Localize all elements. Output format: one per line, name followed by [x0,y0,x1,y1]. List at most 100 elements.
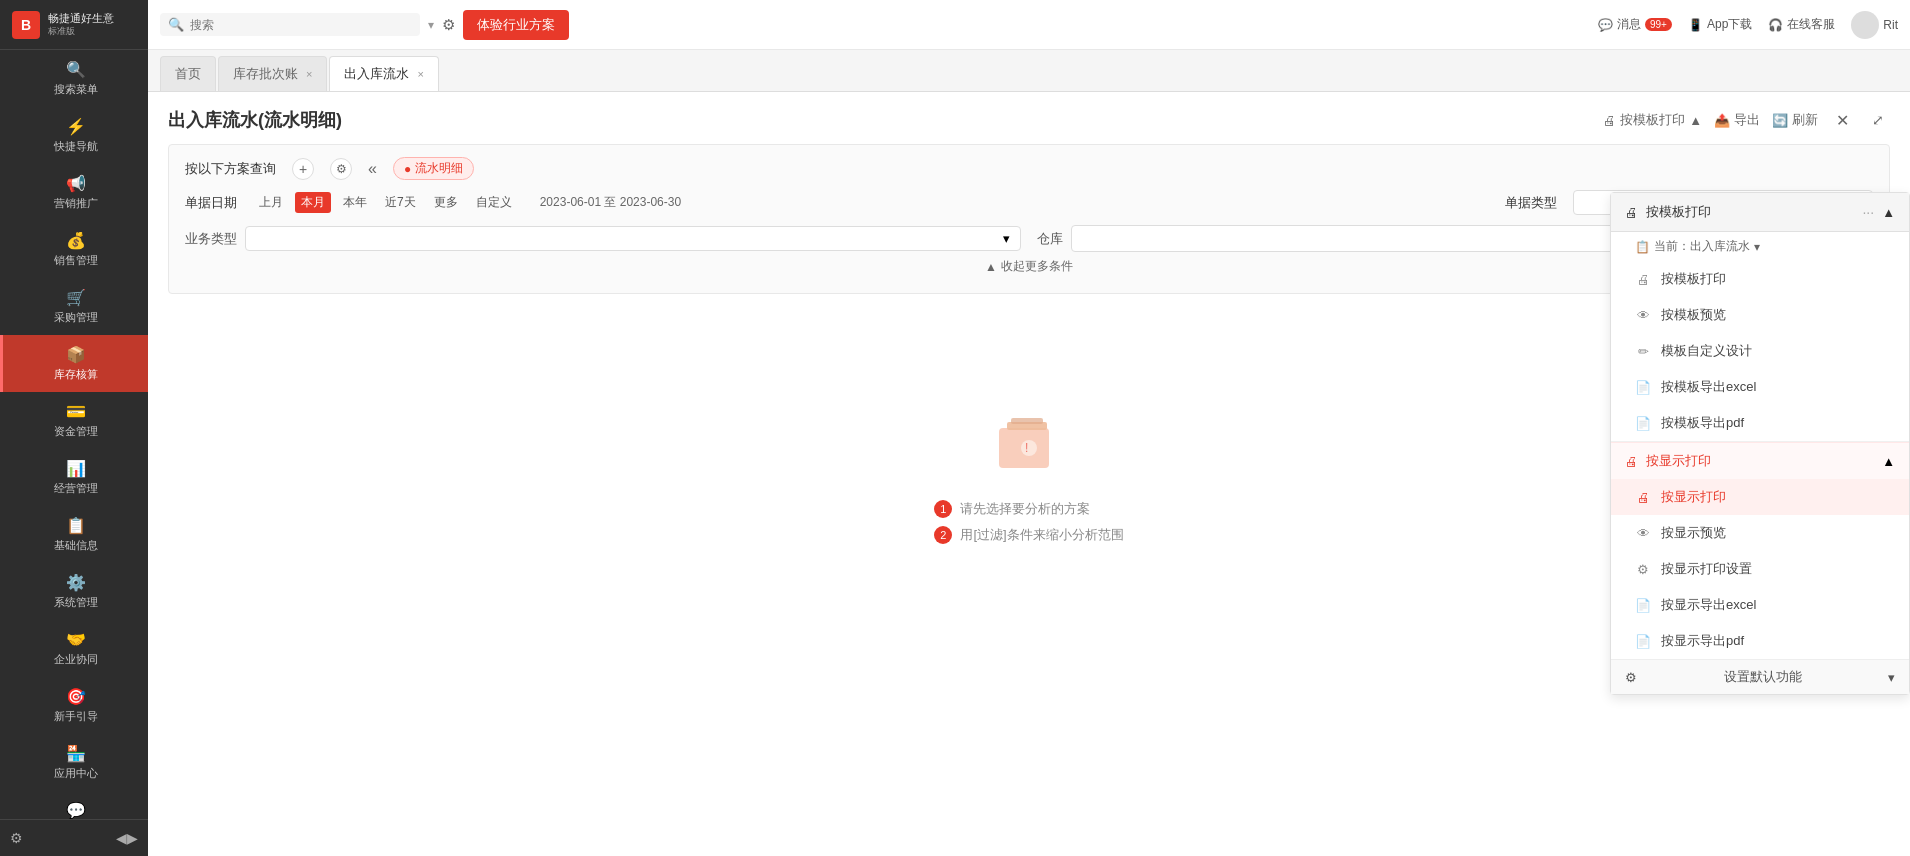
date-btn-this-month[interactable]: 本月 [295,192,331,213]
dropdown-item-template-pdf[interactable]: 📄 按模板导出pdf [1611,405,1909,441]
template-custom-label: 模板自定义设计 [1661,342,1752,360]
sidebar-item-system[interactable]: ⚙️ 系统管理 [0,563,148,620]
template-preview-icon: 👁 [1635,307,1651,323]
date-btn-this-year[interactable]: 本年 [337,192,373,213]
sales-icon: 💰 [66,231,86,250]
date-btn-custom[interactable]: 自定义 [470,192,518,213]
sidebar-item-guide[interactable]: 🎯 新手引导 [0,677,148,734]
tab-home-label: 首页 [175,65,201,83]
dropdown-footer-chevron: ▾ [1888,670,1895,685]
sidebar-item-wechat[interactable]: 💬 企业微信 [0,791,148,819]
sidebar-item-label: 销售管理 [54,253,98,268]
filter-active-tag[interactable]: ● 流水明细 [393,157,474,180]
sidebar-item-search[interactable]: 🔍 搜索菜单 [0,50,148,107]
appstore-icon: 🏪 [66,744,86,763]
search-dropdown-chevron[interactable]: ▾ [428,18,434,32]
logo-name: 畅捷通好生意 [48,11,114,25]
customer-service-label: 在线客服 [1787,16,1835,33]
dropdown-item-template-custom[interactable]: ✏ 模板自定义设计 [1611,333,1909,369]
trial-button[interactable]: 体验行业方案 [463,10,569,40]
dropdown-header: 🖨 按模板打印 ··· ▲ [1611,193,1909,232]
template-pdf-icon: 📄 [1635,415,1651,431]
tab-stock-flow[interactable]: 出入库流水 × [329,56,438,91]
sidebar-toggle-icon[interactable]: ◀▶ [116,830,138,846]
user-name: Rit [1883,18,1898,32]
app-download-btn[interactable]: 📱 App下载 [1688,16,1752,33]
refresh-btn[interactable]: 🔄 刷新 [1772,111,1818,129]
dropdown-item-display-preview[interactable]: 👁 按显示预览 [1611,515,1909,551]
dropdown-item-template-excel[interactable]: 📄 按模板导出excel [1611,369,1909,405]
sidebar-item-label: 新手引导 [54,709,98,724]
sidebar-item-appstore[interactable]: 🏪 应用中心 [0,734,148,791]
filter-left-collapse-btn[interactable]: « [368,160,377,178]
sidebar-item-operation[interactable]: 📊 经营管理 [0,449,148,506]
display-print-label: 按显示打印 [1661,488,1726,506]
display-section-text: 按显示打印 [1646,452,1711,470]
filter-scheme-label: 按以下方案查询 [185,160,276,178]
business-type-select[interactable]: ▾ [245,226,1021,251]
filter-tag-icon: ● [404,162,411,176]
dropdown-dots-btn[interactable]: ··· [1862,204,1874,220]
display-section-icon: 🖨 [1625,454,1638,469]
sidebar-item-marketing[interactable]: 📢 营销推广 [0,164,148,221]
user-profile-btn[interactable]: Rit [1851,11,1898,39]
logo-text-block: 畅捷通好生意 标准版 [48,11,114,38]
sidebar-item-coop[interactable]: 🤝 企业协同 [0,620,148,677]
sidebar-item-shortcut[interactable]: ⚡ 快捷导航 [0,107,148,164]
filter-add-button[interactable]: + [292,158,314,180]
dropdown-item-display-excel[interactable]: 📄 按显示导出excel [1611,587,1909,623]
export-label: 导出 [1734,111,1760,129]
dropdown-item-template-print[interactable]: 🖨 按模板打印 [1611,261,1909,297]
notification-label: 消息 [1617,16,1641,33]
page-close-button[interactable]: ✕ [1830,108,1854,132]
tabbar: 首页 库存批次账 × 出入库流水 × [148,50,1910,92]
sidebar-item-label: 基础信息 [54,538,98,553]
search-icon: 🔍 [66,60,86,79]
business-type-label: 业务类型 [185,230,237,248]
dropdown-chevron-up[interactable]: ▲ [1882,205,1895,220]
dropdown-footer[interactable]: ⚙ 设置默认功能 ▾ [1611,659,1909,694]
sidebar-item-finance[interactable]: 💳 资金管理 [0,392,148,449]
template-custom-icon: ✏ [1635,343,1651,359]
tab-stock-flow-label: 出入库流水 [344,65,409,83]
page-expand-button[interactable]: ⤢ [1866,108,1890,132]
sidebar-item-sales[interactable]: 💰 销售管理 [0,221,148,278]
dropdown-item-display-settings[interactable]: ⚙ 按显示打印设置 [1611,551,1909,587]
topbar-gear-icon[interactable]: ⚙ [442,16,455,34]
filter-gear-button[interactable]: ⚙ [330,158,352,180]
date-btn-last-month[interactable]: 上月 [253,192,289,213]
sidebar-item-label: 快捷导航 [54,139,98,154]
tab-inventory-batch-close[interactable]: × [306,68,312,80]
sidebar-item-inventory[interactable]: 📦 库存核算 [0,335,148,392]
sidebar-item-purchase[interactable]: 🛒 采购管理 [0,278,148,335]
settings-icon[interactable]: ⚙ [10,830,23,846]
display-pdf-label: 按显示导出pdf [1661,632,1744,650]
tab-home[interactable]: 首页 [160,56,216,91]
display-section-header[interactable]: 🖨 按显示打印 ▲ [1611,442,1909,479]
display-pdf-icon: 📄 [1635,633,1651,649]
print-template-btn[interactable]: 🖨 按模板打印 ▲ [1603,111,1702,129]
dropdown-item-display-print[interactable]: 🖨 按显示打印 [1611,479,1909,515]
search-input[interactable] [190,18,412,32]
export-btn[interactable]: 📤 导出 [1714,111,1760,129]
topbar-search-box[interactable]: 🔍 [160,13,420,36]
display-section-label: 🖨 按显示打印 [1625,452,1711,470]
notification-icon: 💬 [1598,18,1613,32]
app-download-label: App下载 [1707,16,1752,33]
date-btn-more[interactable]: 更多 [428,192,464,213]
system-icon: ⚙️ [66,573,86,592]
dropdown-item-template-preview[interactable]: 👁 按模板预览 [1611,297,1909,333]
tab-inventory-batch[interactable]: 库存批次账 × [218,56,327,91]
empty-step-2: 2 用[过滤]条件来缩小分析范围 [934,526,1123,544]
tab-stock-flow-close[interactable]: × [417,68,423,80]
empty-step-1: 1 请先选择要分析的方案 [934,500,1123,518]
sidebar-nav: 🔍 搜索菜单 ⚡ 快捷导航 📢 营销推广 💰 销售管理 🛒 采购管理 📦 库存核… [0,50,148,819]
date-btn-7days[interactable]: 近7天 [379,192,422,213]
dropdown-item-display-pdf[interactable]: 📄 按显示导出pdf [1611,623,1909,659]
notification-btn[interactable]: 💬 消息 99+ [1598,16,1672,33]
date-field-label: 单据日期 [185,194,237,212]
sidebar-bottom: ⚙ ◀▶ [0,819,148,856]
sidebar-item-basic[interactable]: 📋 基础信息 [0,506,148,563]
topbar-right-actions: 💬 消息 99+ 📱 App下载 🎧 在线客服 Rit [1598,11,1898,39]
customer-service-btn[interactable]: 🎧 在线客服 [1768,16,1835,33]
